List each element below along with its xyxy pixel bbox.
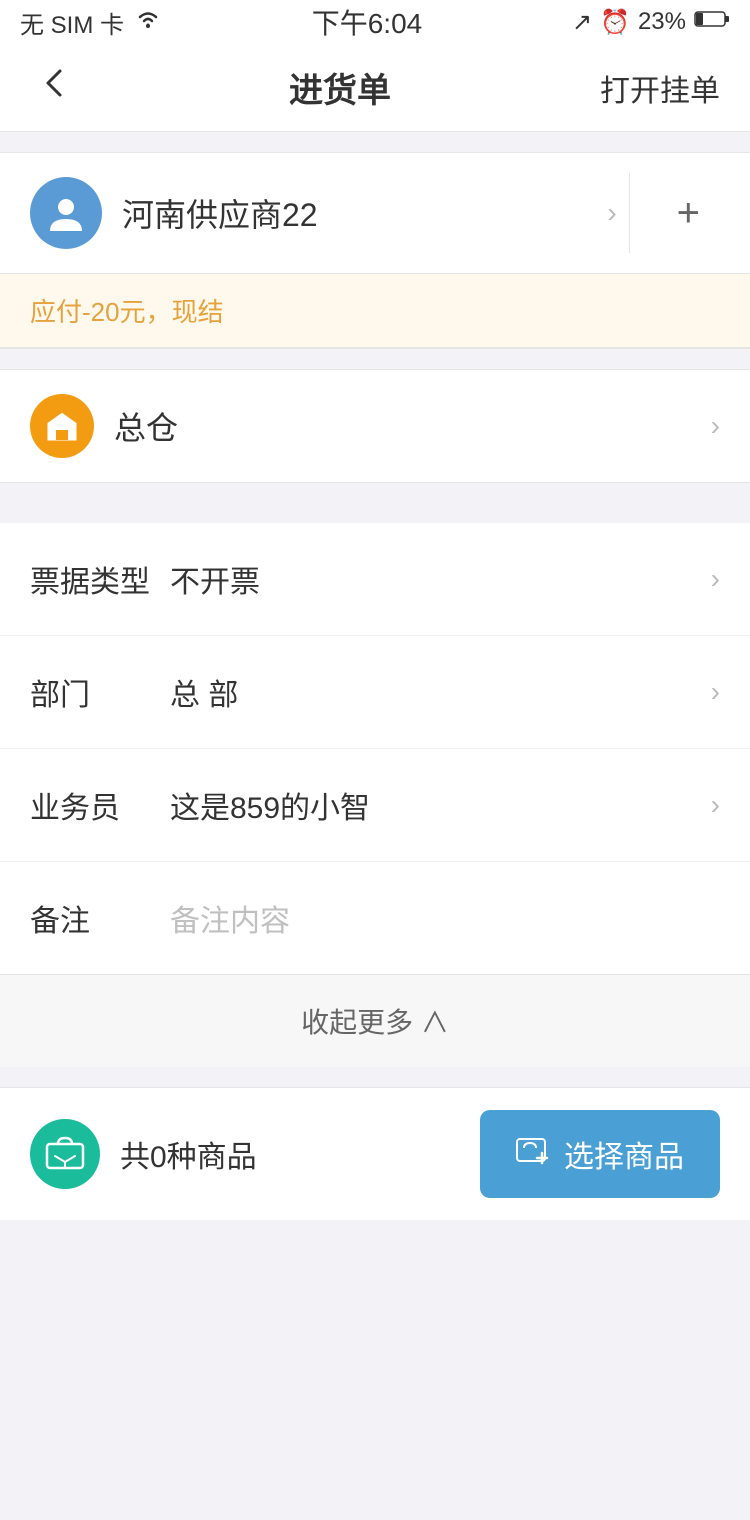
wifi-icon xyxy=(134,8,162,36)
supplier-avatar xyxy=(30,177,102,249)
department-row[interactable]: 部门 总 部 › xyxy=(0,636,750,749)
section-gap-1 xyxy=(0,132,750,152)
section-gap-3 xyxy=(0,483,750,503)
collapse-button[interactable]: 收起更多 ∧ xyxy=(0,974,750,1067)
salesman-value: 这是859的小智 xyxy=(170,783,701,827)
back-button[interactable] xyxy=(30,51,80,124)
notice-bar: 应付-20元，现结 xyxy=(0,274,750,348)
section-gap-2 xyxy=(0,349,750,369)
product-count: 共0种商品 xyxy=(120,1132,480,1176)
warehouse-icon xyxy=(30,394,94,458)
status-bar: 无 SIM 卡 下午6:04 ↗ ⏰ 23% xyxy=(0,0,750,44)
status-time: 下午6:04 xyxy=(312,2,423,42)
form-section: 票据类型 不开票 › 部门 总 部 › 业务员 这是859的小智 › 备注 备注… xyxy=(0,523,750,974)
salesman-row[interactable]: 业务员 这是859的小智 › xyxy=(0,749,750,862)
select-product-icon xyxy=(516,1135,552,1173)
warehouse-chevron-icon: › xyxy=(711,410,720,442)
remark-input[interactable]: 备注内容 xyxy=(170,896,720,940)
page-background xyxy=(0,1220,750,1520)
supplier-row[interactable]: 河南供应商22 › + xyxy=(0,153,750,274)
warehouse-name: 总仓 xyxy=(114,403,711,449)
alarm-icon: ⏰ xyxy=(600,8,630,37)
page-title: 进货单 xyxy=(289,63,391,112)
salesman-chevron-icon: › xyxy=(711,789,720,821)
product-icon xyxy=(30,1119,100,1189)
warehouse-row[interactable]: 总仓 › xyxy=(0,369,750,483)
invoice-row[interactable]: 票据类型 不开票 › xyxy=(0,523,750,636)
supplier-name: 河南供应商22 xyxy=(122,190,607,236)
remark-row[interactable]: 备注 备注内容 xyxy=(0,862,750,974)
invoice-chevron-icon: › xyxy=(711,563,720,595)
department-value: 总 部 xyxy=(170,670,701,714)
salesman-label: 业务员 xyxy=(30,783,170,827)
invoice-value: 不开票 xyxy=(170,557,701,601)
supplier-card: 河南供应商22 › + 应付-20元，现结 xyxy=(0,152,750,349)
select-product-label: 选择商品 xyxy=(564,1132,684,1176)
location-icon: ↗ xyxy=(572,8,592,37)
battery-icon xyxy=(694,8,730,36)
nav-bar: 进货单 打开挂单 xyxy=(0,44,750,132)
select-product-button[interactable]: 选择商品 xyxy=(480,1110,720,1198)
supplier-divider xyxy=(629,173,630,253)
status-left: 无 SIM 卡 xyxy=(20,5,162,40)
department-chevron-icon: › xyxy=(711,676,720,708)
supplier-chevron-icon: › xyxy=(607,197,616,229)
signal-text: 无 SIM 卡 xyxy=(20,5,124,40)
invoice-label: 票据类型 xyxy=(30,557,170,601)
battery-text: 23% xyxy=(638,8,686,36)
bottom-bar: 共0种商品 选择商品 xyxy=(0,1087,750,1220)
status-right: ↗ ⏰ 23% xyxy=(572,8,730,37)
department-label: 部门 xyxy=(30,670,170,714)
remark-label: 备注 xyxy=(30,896,170,940)
add-supplier-button[interactable]: + xyxy=(657,191,720,236)
notice-text: 应付-20元，现结 xyxy=(30,297,224,327)
open-pending-button[interactable]: 打开挂单 xyxy=(600,66,720,110)
